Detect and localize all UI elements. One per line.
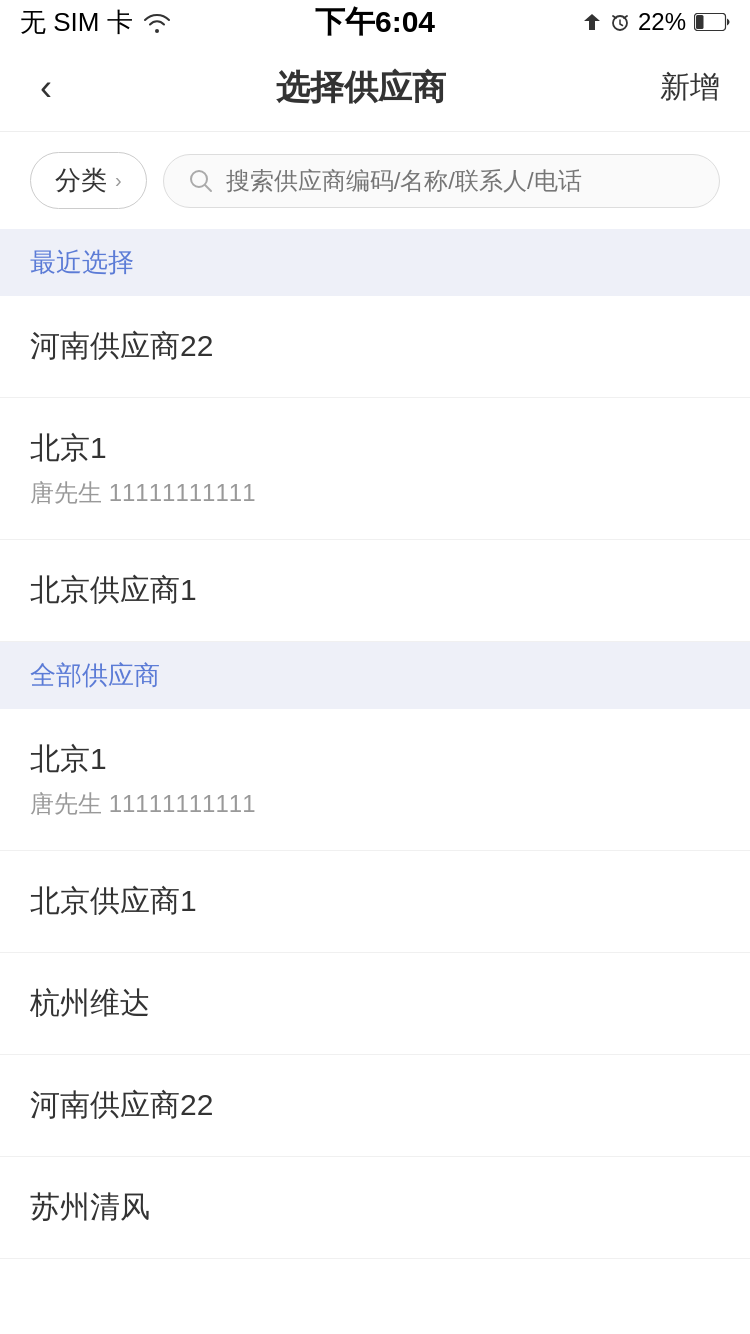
category-filter-button[interactable]: 分类 › bbox=[30, 152, 147, 209]
supplier-name: 苏州清风 bbox=[30, 1187, 720, 1228]
category-label: 分类 bbox=[55, 163, 107, 198]
filter-bar: 分类 › bbox=[0, 132, 750, 229]
back-button[interactable]: ‹ bbox=[30, 57, 62, 119]
supplier-name: 北京1 bbox=[30, 739, 720, 780]
search-icon bbox=[188, 168, 214, 194]
supplier-name: 北京1 bbox=[30, 428, 720, 469]
location-icon bbox=[582, 12, 602, 32]
list-item[interactable]: 河南供应商22 bbox=[0, 1055, 750, 1157]
supplier-sub: 唐先生 11111111111 bbox=[30, 477, 720, 509]
supplier-name: 北京供应商1 bbox=[30, 881, 720, 922]
section-header-recent: 最近选择 bbox=[0, 229, 750, 296]
chevron-right-icon: › bbox=[115, 169, 122, 192]
list-item[interactable]: 杭州维达 bbox=[0, 953, 750, 1055]
supplier-name: 北京供应商1 bbox=[30, 570, 720, 611]
status-time: 下午6:04 bbox=[315, 2, 435, 43]
supplier-name: 杭州维达 bbox=[30, 983, 720, 1024]
list-item[interactable]: 北京1 唐先生 11111111111 bbox=[0, 709, 750, 851]
sim-status: 无 SIM 卡 bbox=[20, 5, 133, 40]
list-item[interactable]: 北京供应商1 bbox=[0, 851, 750, 953]
svg-rect-2 bbox=[696, 15, 704, 29]
list-item[interactable]: 苏州清风 bbox=[0, 1157, 750, 1259]
list-item[interactable]: 河南供应商22 bbox=[0, 296, 750, 398]
alarm-icon bbox=[610, 12, 630, 32]
section-header-all: 全部供应商 bbox=[0, 642, 750, 709]
status-right: 22% bbox=[582, 8, 730, 36]
supplier-name: 河南供应商22 bbox=[30, 1085, 720, 1126]
supplier-sub: 唐先生 11111111111 bbox=[30, 788, 720, 820]
battery-text: 22% bbox=[638, 8, 686, 36]
search-box[interactable] bbox=[163, 154, 720, 208]
search-input[interactable] bbox=[226, 167, 695, 195]
status-bar: 无 SIM 卡 下午6:04 22% bbox=[0, 0, 750, 44]
page-title: 选择供应商 bbox=[276, 65, 446, 111]
supplier-name: 河南供应商22 bbox=[30, 326, 720, 367]
list-item[interactable]: 北京供应商1 bbox=[0, 540, 750, 642]
nav-bar: ‹ 选择供应商 新增 bbox=[0, 44, 750, 132]
new-action-button[interactable]: 新增 bbox=[660, 67, 720, 108]
list-item[interactable]: 北京1 唐先生 11111111111 bbox=[0, 398, 750, 540]
battery-icon bbox=[694, 13, 730, 31]
status-left: 无 SIM 卡 bbox=[20, 5, 171, 40]
wifi-icon bbox=[143, 11, 171, 33]
supplier-list: 最近选择河南供应商22 北京1 唐先生 11111111111 北京供应商1 全部供应商… bbox=[0, 229, 750, 1259]
